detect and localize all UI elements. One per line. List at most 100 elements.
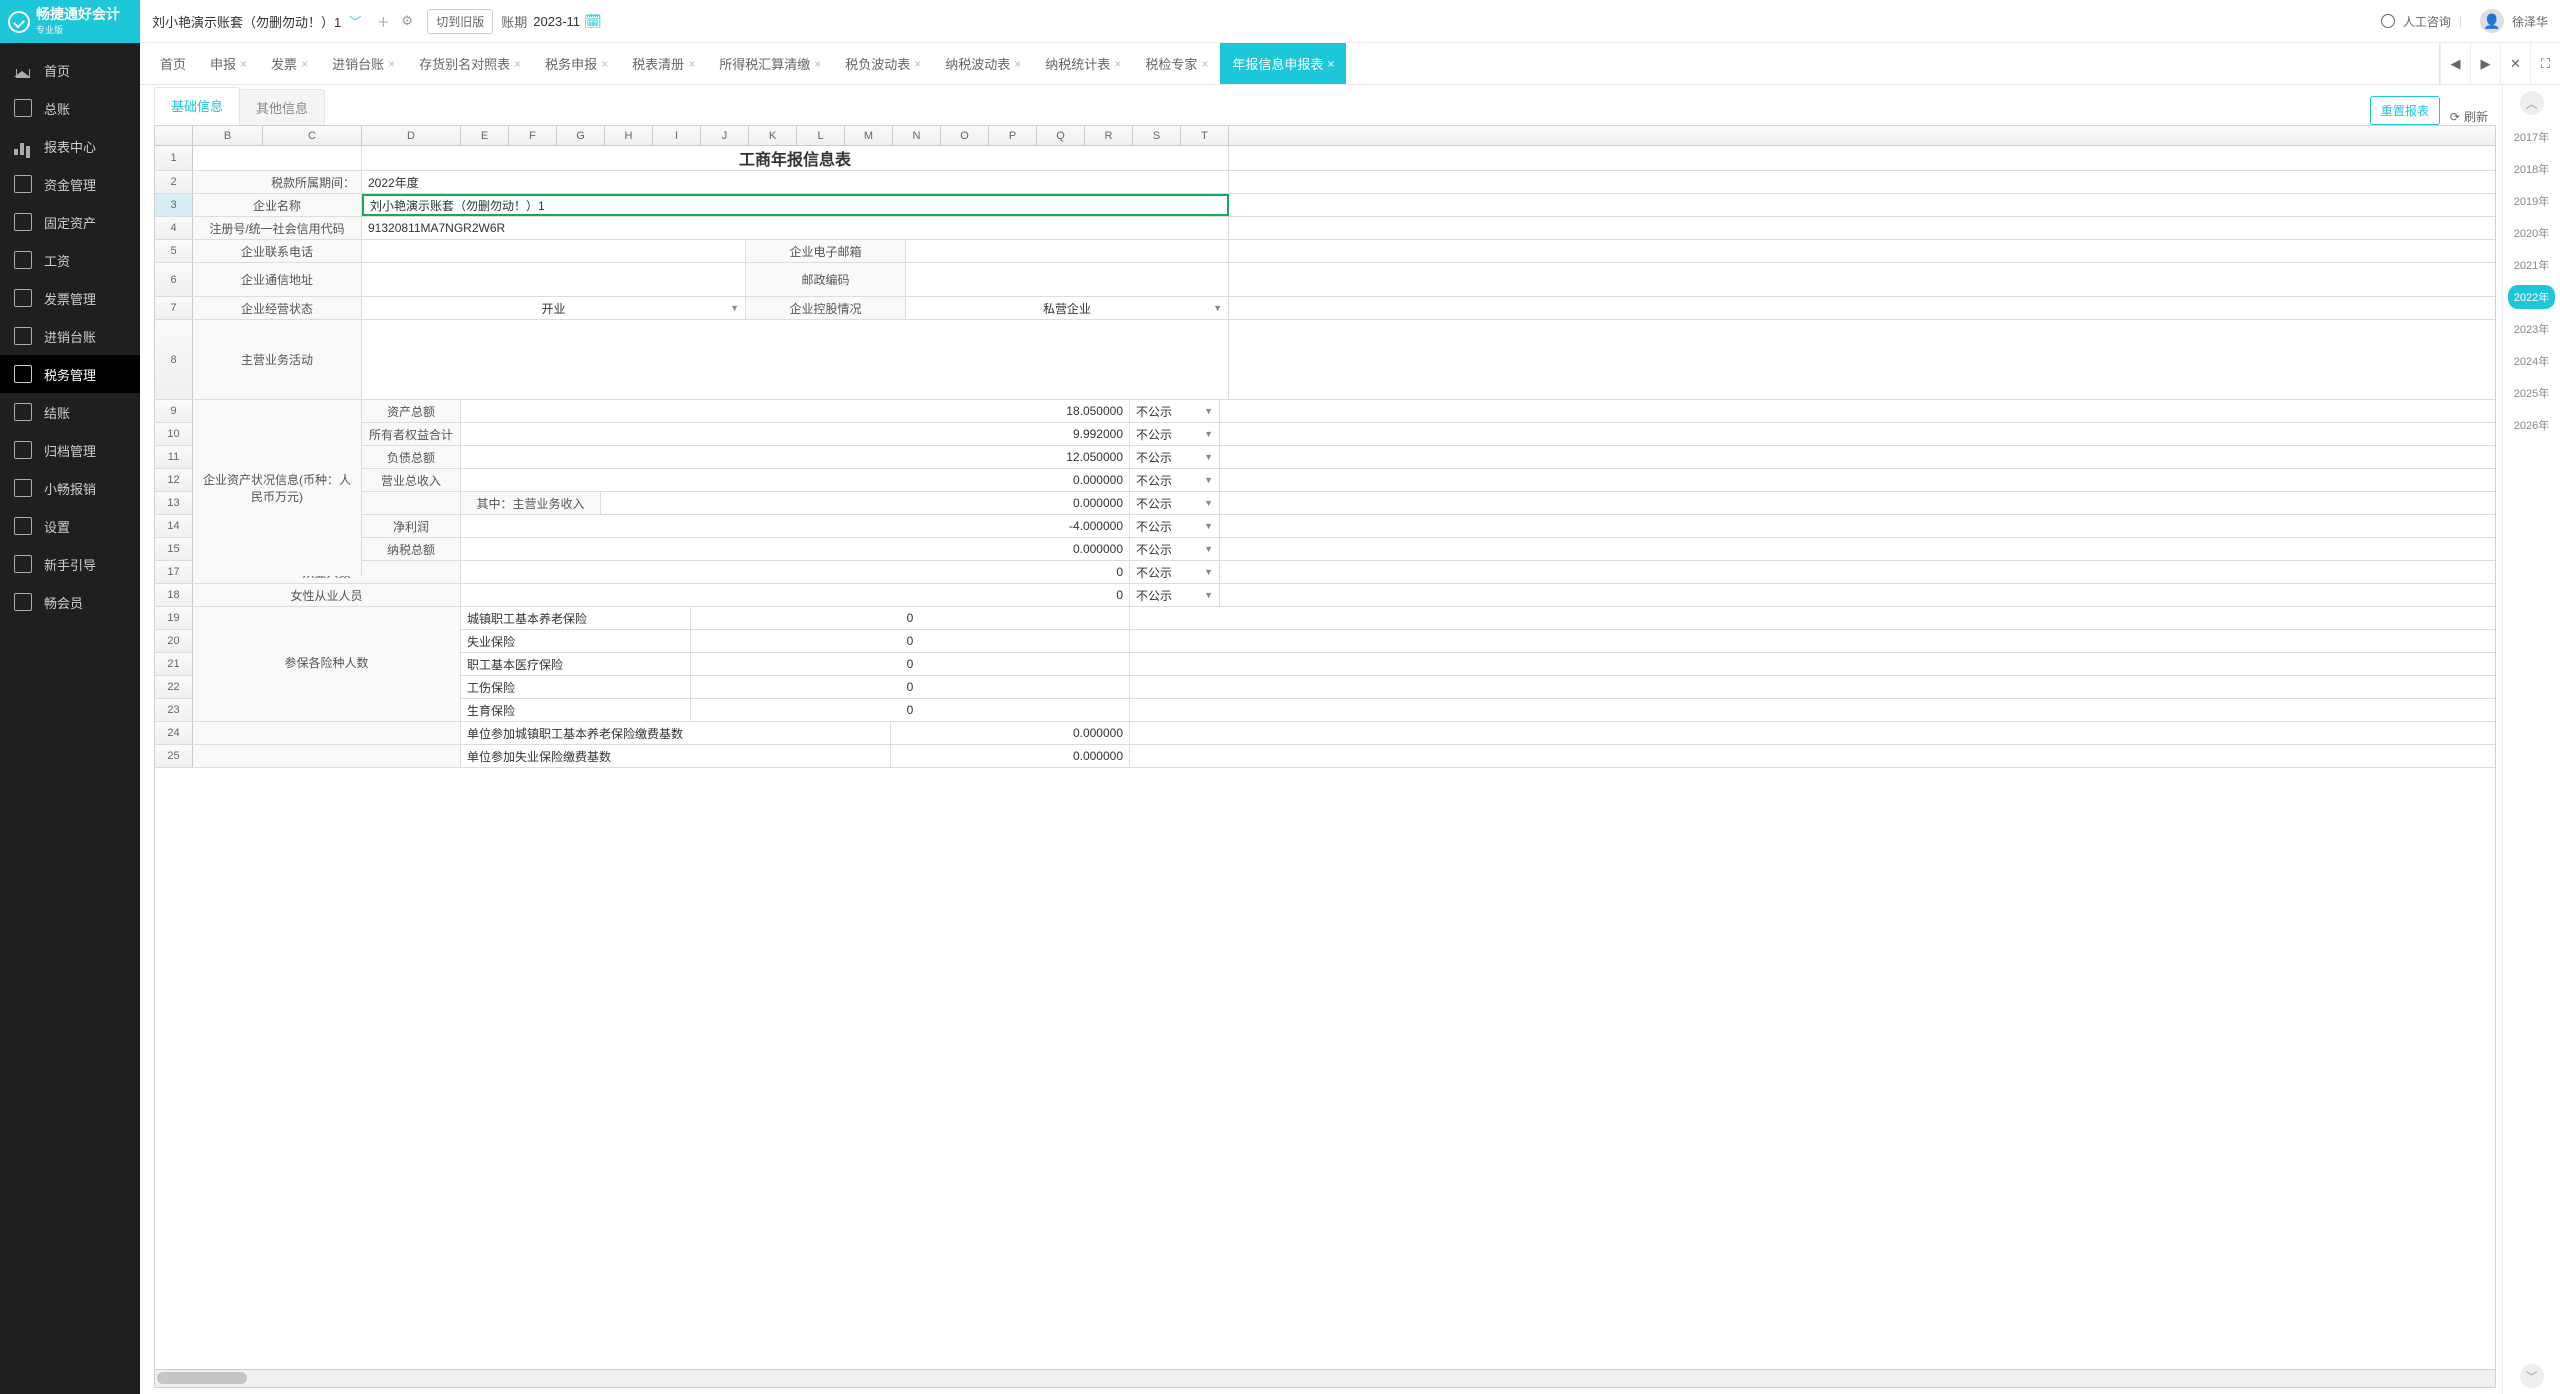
- year-2023年[interactable]: 2023年: [2508, 317, 2555, 341]
- close-icon[interactable]: ×: [1201, 57, 1208, 71]
- row-header[interactable]: 6: [155, 263, 193, 296]
- close-icon[interactable]: ×: [688, 57, 695, 71]
- row-header[interactable]: 14: [155, 515, 193, 537]
- support-link[interactable]: 人工咨询: [2403, 13, 2451, 30]
- row-header[interactable]: 8: [155, 320, 193, 399]
- year-2022年[interactable]: 2022年: [2508, 285, 2555, 309]
- sidebar-item-6[interactable]: 发票管理: [0, 279, 140, 317]
- subtab-basic[interactable]: 基础信息: [154, 87, 240, 125]
- tab-0[interactable]: 首页: [148, 43, 198, 84]
- calendar-icon[interactable]: 🗓: [584, 13, 602, 30]
- row-header[interactable]: 15: [155, 538, 193, 560]
- col-header-M[interactable]: M: [845, 126, 893, 145]
- switch-old-button[interactable]: 切到旧版: [427, 9, 493, 34]
- main-biz-value[interactable]: [362, 320, 1229, 399]
- sidebar-item-11[interactable]: 小畅报销: [0, 469, 140, 507]
- tab-7[interactable]: 所得税汇算清缴×: [707, 43, 833, 84]
- close-icon[interactable]: ×: [1114, 57, 1121, 71]
- col-header-R[interactable]: R: [1085, 126, 1133, 145]
- row-header[interactable]: 21: [155, 653, 193, 675]
- tabs-prev-button[interactable]: ◀: [2440, 43, 2470, 85]
- refresh-button[interactable]: ⟳ 刷新: [2450, 108, 2488, 125]
- col-header-D[interactable]: D: [362, 126, 461, 145]
- year-up-button[interactable]: ︿: [2520, 91, 2544, 115]
- row-header[interactable]: 20: [155, 630, 193, 652]
- employees-value[interactable]: 0: [461, 561, 1130, 583]
- col-header-C[interactable]: C: [263, 126, 362, 145]
- asset-row-value[interactable]: 9.992000: [461, 423, 1130, 445]
- row-header[interactable]: 2: [155, 171, 193, 193]
- sidebar-item-8[interactable]: 税务管理: [0, 355, 140, 393]
- row-header[interactable]: 25: [155, 745, 193, 767]
- sub-value[interactable]: 0.000000: [601, 492, 1130, 514]
- year-2021年[interactable]: 2021年: [2508, 253, 2555, 277]
- tabs-next-button[interactable]: ▶: [2470, 43, 2500, 85]
- asset-row-value[interactable]: 0.000000: [461, 538, 1130, 560]
- col-header-F[interactable]: F: [509, 126, 557, 145]
- tab-6[interactable]: 税表清册×: [620, 43, 707, 84]
- close-icon[interactable]: ×: [914, 57, 921, 71]
- sidebar-item-2[interactable]: 报表中心: [0, 127, 140, 165]
- row-header[interactable]: 7: [155, 297, 193, 319]
- female-emp-value[interactable]: 0: [461, 584, 1130, 606]
- row-header[interactable]: 4: [155, 217, 193, 239]
- sidebar-item-12[interactable]: 设置: [0, 507, 140, 545]
- close-icon[interactable]: ×: [1327, 57, 1334, 71]
- col-header-S[interactable]: S: [1133, 126, 1181, 145]
- sidebar-item-10[interactable]: 归档管理: [0, 431, 140, 469]
- sidebar-item-0[interactable]: 首页: [0, 51, 140, 89]
- account-selector[interactable]: 刘小艳演示账套（勿删勿动！）1 ﹀: [152, 12, 361, 31]
- row-header[interactable]: 17: [155, 561, 193, 583]
- tab-11[interactable]: 税检专家×: [1133, 43, 1220, 84]
- sidebar-item-3[interactable]: 资金管理: [0, 165, 140, 203]
- row-header[interactable]: 5: [155, 240, 193, 262]
- close-icon[interactable]: ×: [1014, 57, 1021, 71]
- row-header[interactable]: 19: [155, 607, 193, 629]
- add-account-button[interactable]: ＋: [371, 9, 395, 33]
- zip-value[interactable]: [906, 263, 1229, 296]
- col-header-B[interactable]: B: [193, 126, 263, 145]
- row-header[interactable]: 24: [155, 722, 193, 744]
- row-header[interactable]: 12: [155, 469, 193, 491]
- sidebar-item-4[interactable]: 固定资产: [0, 203, 140, 241]
- col-header-L[interactable]: L: [797, 126, 845, 145]
- disclose-dropdown[interactable]: 不公示: [1130, 469, 1220, 491]
- close-icon[interactable]: ×: [514, 57, 521, 71]
- col-header-I[interactable]: I: [653, 126, 701, 145]
- row-header[interactable]: 18: [155, 584, 193, 606]
- close-icon[interactable]: ×: [814, 57, 821, 71]
- tab-8[interactable]: 税负波动表×: [833, 43, 933, 84]
- status-dropdown[interactable]: 开业: [362, 297, 746, 319]
- email-value[interactable]: [906, 240, 1229, 262]
- row-header[interactable]: 11: [155, 446, 193, 468]
- period-value[interactable]: 2022年度: [362, 171, 1229, 193]
- ins-row-value[interactable]: 0: [691, 630, 1130, 652]
- year-2026年[interactable]: 2026年: [2508, 413, 2555, 437]
- address-value[interactable]: [362, 263, 746, 296]
- close-icon[interactable]: ×: [388, 57, 395, 71]
- base2-value[interactable]: 0.000000: [891, 745, 1130, 767]
- tab-3[interactable]: 进销台账×: [320, 43, 407, 84]
- settings-button[interactable]: ⚙: [395, 9, 419, 33]
- col-header-T[interactable]: T: [1181, 126, 1229, 145]
- row-header[interactable]: 9: [155, 400, 193, 422]
- sidebar-item-7[interactable]: 进销台账: [0, 317, 140, 355]
- close-icon[interactable]: ×: [601, 57, 608, 71]
- sidebar-item-13[interactable]: 新手引导: [0, 545, 140, 583]
- col-header-K[interactable]: K: [749, 126, 797, 145]
- tab-1[interactable]: 申报×: [198, 43, 259, 84]
- tab-4[interactable]: 存货别名对照表×: [407, 43, 533, 84]
- tabs-close-button[interactable]: ✕: [2500, 43, 2530, 85]
- sidebar-item-9[interactable]: 结账: [0, 393, 140, 431]
- ins-row-value[interactable]: 0: [691, 676, 1130, 698]
- year-2020年[interactable]: 2020年: [2508, 221, 2555, 245]
- disclose-dropdown[interactable]: 不公示: [1130, 584, 1220, 606]
- tab-10[interactable]: 纳税统计表×: [1033, 43, 1133, 84]
- tab-12[interactable]: 年报信息申报表×: [1220, 43, 1346, 84]
- ins-row-value[interactable]: 0: [691, 607, 1130, 629]
- disclose-dropdown[interactable]: 不公示: [1130, 538, 1220, 560]
- col-header-Q[interactable]: Q: [1037, 126, 1085, 145]
- row-header[interactable]: 10: [155, 423, 193, 445]
- reg-code-value[interactable]: 91320811MA7NGR2W6R: [362, 217, 1229, 239]
- disclose-dropdown[interactable]: 不公示: [1130, 492, 1220, 514]
